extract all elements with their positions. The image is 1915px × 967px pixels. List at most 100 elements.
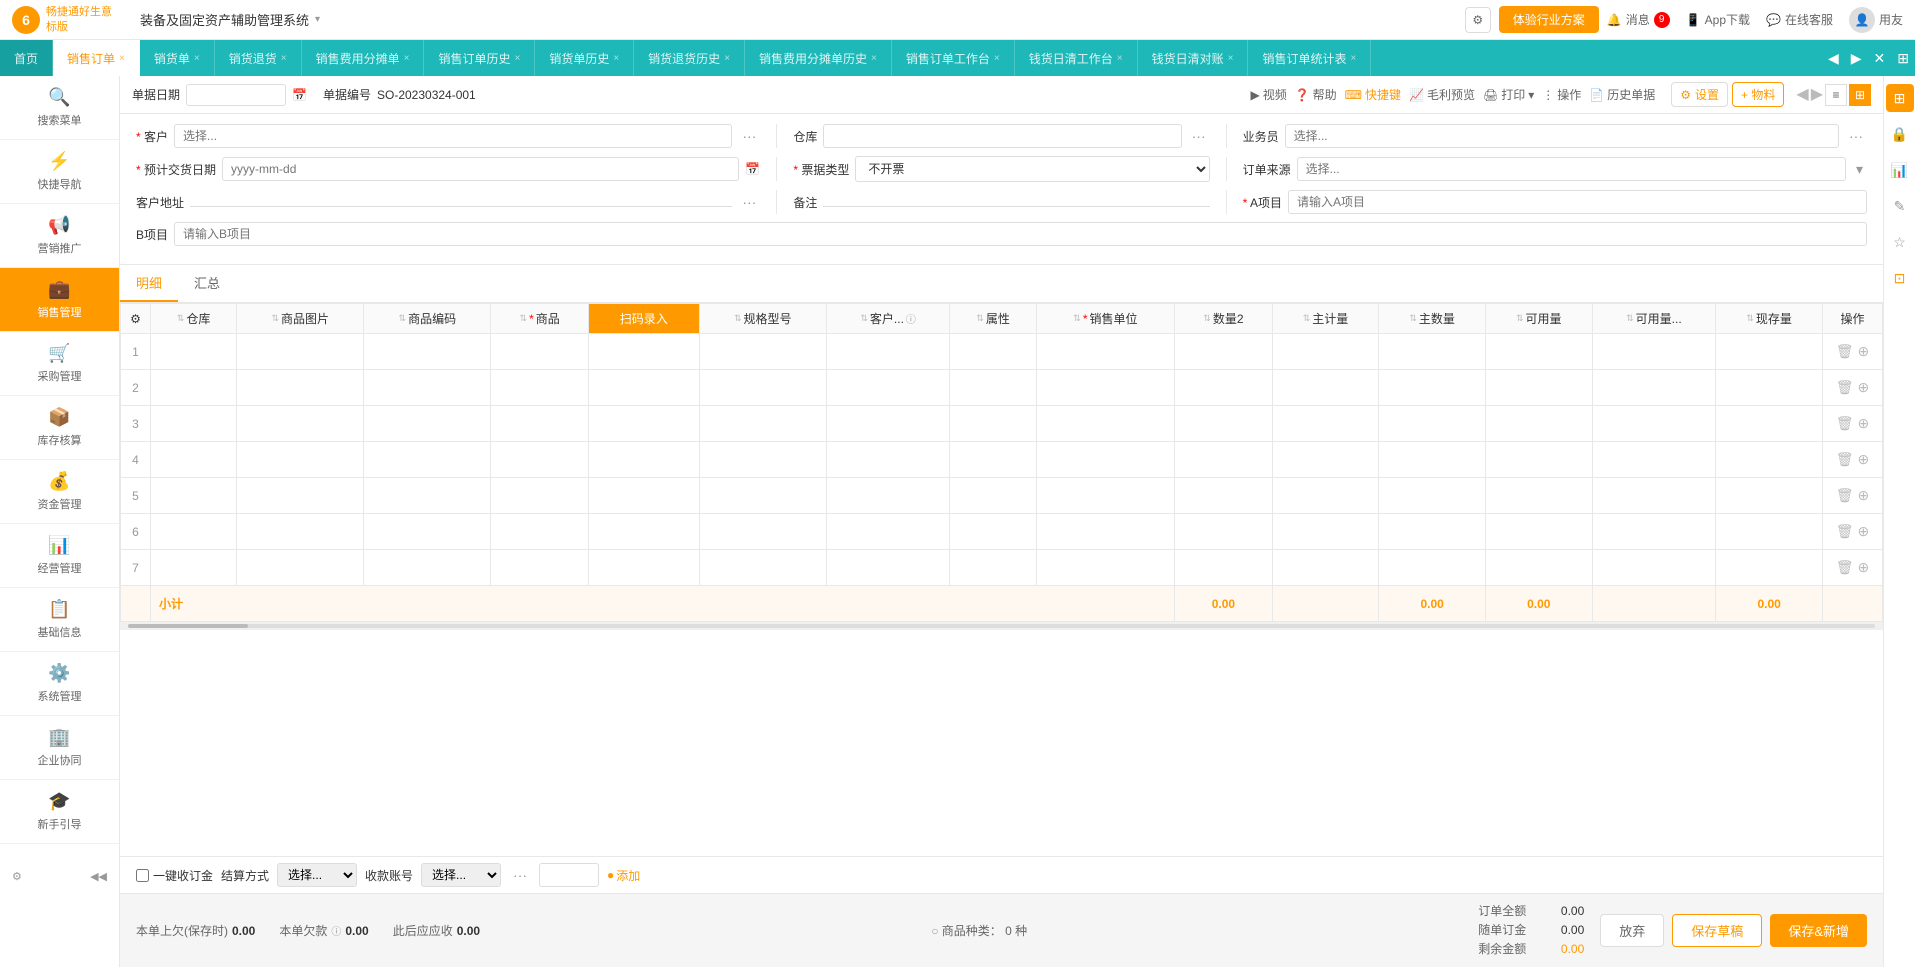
row4-copy-icon[interactable]: ⊕ [1858,451,1870,468]
tab-expense-history[interactable]: 销售费用分摊单历史 × [745,40,892,76]
right-panel-icon-2[interactable]: 🔒 [1886,120,1914,148]
row2-main-qty[interactable] [1379,370,1486,406]
row7-available[interactable] [1485,550,1592,586]
row6-spec[interactable] [699,514,826,550]
staff-more-btn[interactable]: ··· [1845,128,1867,144]
sidebar-item-search[interactable]: 🔍 搜索菜单 [0,76,119,140]
row5-main-unit[interactable] [1272,478,1379,514]
tab-summary[interactable]: 汇总 [178,265,236,302]
row4-attr[interactable] [950,442,1036,478]
order-source-dropdown[interactable]: ▾ [1852,161,1867,178]
print-dropdown-icon[interactable]: ▾ [1528,88,1534,102]
message-item[interactable]: 🔔 消息 9 [1607,11,1670,28]
row1-available[interactable] [1485,334,1592,370]
row6-customer-code[interactable] [826,514,950,550]
row7-unit[interactable] [1036,550,1174,586]
row5-main-qty[interactable] [1379,478,1486,514]
row1-goods[interactable] [491,334,589,370]
row2-code[interactable] [364,370,491,406]
save-draft-button[interactable]: 保存草稿 [1672,914,1762,947]
row3-stock[interactable] [1716,406,1823,442]
row7-main-unit[interactable] [1272,550,1379,586]
row2-goods[interactable] [491,370,589,406]
calendar-icon[interactable]: 📅 [292,88,307,102]
row7-spec[interactable] [699,550,826,586]
row5-scan[interactable] [588,478,699,514]
history-action[interactable]: 📄 历史单据 [1589,86,1655,103]
row6-copy-icon[interactable]: ⊕ [1858,523,1870,540]
row4-qty2[interactable] [1175,442,1273,478]
row4-main-qty[interactable] [1379,442,1486,478]
right-panel-icon-6[interactable]: ⊡ [1886,264,1914,292]
row3-goods[interactable] [491,406,589,442]
row2-qty2[interactable] [1175,370,1273,406]
tab-close-sales-workbench[interactable]: × [994,53,1000,64]
row7-image[interactable] [237,550,364,586]
a-project-input[interactable] [1288,190,1867,214]
row4-available[interactable] [1485,442,1592,478]
sidebar-collapse-btn[interactable]: ◀◀ [90,852,107,900]
row3-qty2[interactable] [1175,406,1273,442]
tab-close-expense-split[interactable]: × [404,53,410,64]
col-stock[interactable]: ⇅现存量 [1716,304,1823,334]
row3-warehouse[interactable] [151,406,237,442]
sidebar-item-purchase[interactable]: 🛒 采购管理 [0,332,119,396]
profit-action[interactable]: 📈 毛利预览 [1409,86,1475,103]
row6-code[interactable] [364,514,491,550]
col-spec[interactable]: ⇅规格型号 [699,304,826,334]
tab-close-cash-reconcile[interactable]: × [1228,53,1234,64]
row1-stock[interactable] [1716,334,1823,370]
tab-cash-reconcile[interactable]: 钱货日清对账 × [1138,40,1249,76]
customer-more-btn[interactable]: ··· [738,128,760,144]
user-item[interactable]: 👤 用友 [1849,7,1903,33]
row1-attr[interactable] [950,334,1036,370]
tab-sales-history[interactable]: 销货单历史 × [535,40,634,76]
row4-image[interactable] [237,442,364,478]
row6-available[interactable] [1485,514,1592,550]
tab-close-return-history[interactable]: × [724,53,730,64]
row7-goods[interactable] [491,550,589,586]
row1-scan[interactable] [588,334,699,370]
col-scan[interactable]: 扫码录入 [588,304,699,334]
row6-stock[interactable] [1716,514,1823,550]
sidebar-settings-btn[interactable]: ⚙ [12,852,22,900]
save-new-button[interactable]: 保存&新增 [1770,914,1867,947]
row4-available2[interactable] [1592,442,1716,478]
row4-delete-icon[interactable]: 🗑 [1836,451,1854,468]
row1-available2[interactable] [1592,334,1716,370]
horizontal-scrollbar[interactable] [120,622,1883,630]
right-panel-icon-1[interactable]: ⊞ [1886,84,1914,112]
row3-main-qty[interactable] [1379,406,1486,442]
add-material-button[interactable]: + 物料 [1732,82,1784,107]
row4-stock[interactable] [1716,442,1823,478]
warehouse-input[interactable]: 成品库 [823,124,1181,148]
add-payment-btn[interactable]: ● 添加 [607,867,640,884]
sidebar-item-sales[interactable]: 💼 销售管理 [0,268,119,332]
tab-close-order-history[interactable]: × [514,53,520,64]
row1-delete-icon[interactable]: 🗑 [1836,343,1854,360]
tab-menu-btn[interactable]: ⊞ [1891,48,1915,69]
account-select[interactable]: 选择... [421,863,501,887]
tab-close-all-btn[interactable]: ✕ [1868,48,1892,69]
row3-available2[interactable] [1592,406,1716,442]
row7-code[interactable] [364,550,491,586]
row5-available2[interactable] [1592,478,1716,514]
row6-scan[interactable] [588,514,699,550]
amount-input[interactable]: 0.00 [539,863,599,887]
right-panel-icon-4[interactable]: ✎ [1886,192,1914,220]
col-customer-code[interactable]: ⇅客户...ⓘ [826,304,950,334]
shortcut-action[interactable]: ⌨ 快捷键 [1345,86,1401,103]
help-action[interactable]: ❓ 帮助 [1295,86,1337,103]
row2-delete-icon[interactable]: 🗑 [1836,379,1854,396]
row3-attr[interactable] [950,406,1036,442]
settlement-select[interactable]: 选择... [277,863,357,887]
row1-spec[interactable] [699,334,826,370]
warehouse-more-btn[interactable]: ··· [1188,128,1210,144]
tab-cash-daily[interactable]: 钱货日清工作台 × [1015,40,1138,76]
row3-main-unit[interactable] [1272,406,1379,442]
list-view-icon[interactable]: ≡ [1825,84,1847,106]
row6-goods[interactable] [491,514,589,550]
row7-delete-icon[interactable]: 🗑 [1836,559,1854,576]
col-goods[interactable]: ⇅*商品 [491,304,589,334]
invoice-type-select[interactable]: 不开票 [855,156,1209,182]
